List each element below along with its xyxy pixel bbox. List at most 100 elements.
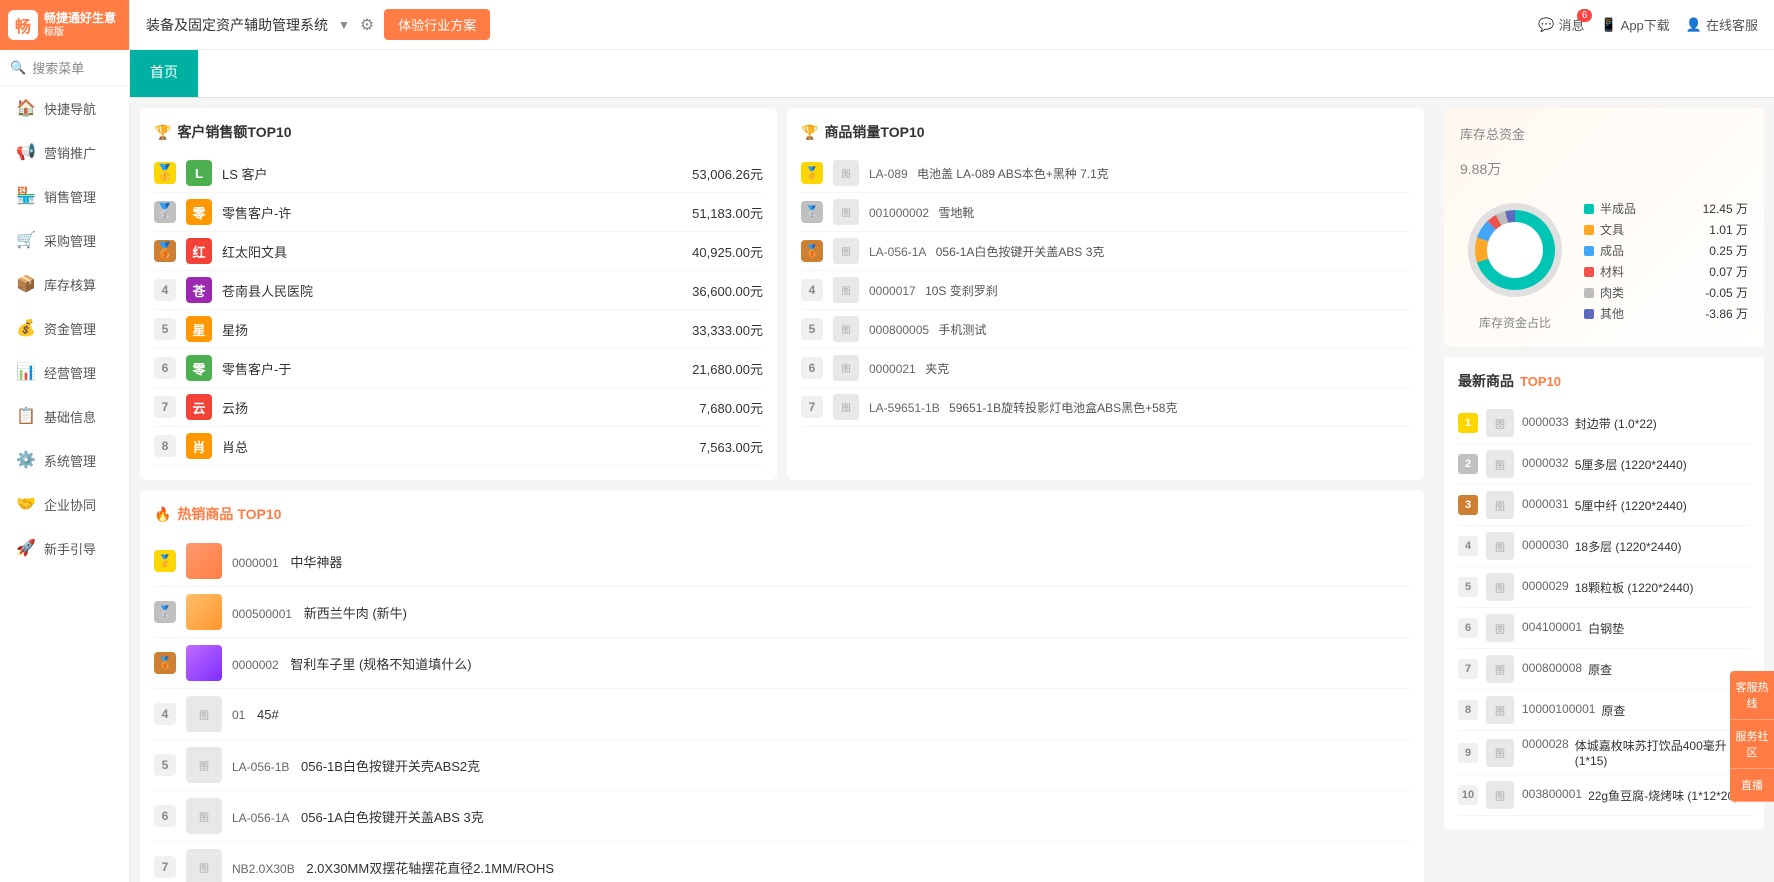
hot-product-name: 45# [257,707,279,722]
product-code: 0000021 [869,362,916,376]
new-product-img: 图 [1486,655,1514,683]
sidebar-item-sales[interactable]: 🏪 销售管理 [0,174,129,218]
hot-product-name: 2.0X30MM双摆花轴摆花直径2.1MM/ROHS [306,861,554,876]
hot-product-item: 5 图 LA-056-1B 056-1B白色按键开关壳ABS2克 [154,740,1410,791]
sidebar-item-inventory[interactable]: 📦 库存核算 [0,262,129,306]
new-product-rank: 6 [1458,618,1478,638]
trial-button[interactable]: 体验行业方案 [384,9,490,40]
app-download-link[interactable]: 📱 App下载 [1600,15,1669,34]
product-name: 电池盖 LA-089 ABS本色+黑种 7.1克 [917,167,1109,181]
product-rank-item: 🥉 图 LA-056-1A 056-1A白色按键开关盖ABS 3克 [801,232,1410,271]
float-btn-服务社区[interactable]: 服务社区 [1730,720,1774,769]
customer-name: LS 客户 [222,164,682,183]
new-product-name: 原查 [1588,661,1612,678]
product-name: 59651-1B旋转投影灯电池盒ABS黑色+58克 [949,401,1177,415]
dropdown-icon[interactable]: ▼ [338,18,350,32]
customer-name: 苍南县人民医院 [222,281,682,300]
new-product-rank: 2 [1458,454,1478,474]
product-rank-info: 001000002 雪地靴 [869,204,1410,221]
sidebar-item-quicknav[interactable]: 🏠 快捷导航 [0,86,129,130]
legend-value: 0.25 万 [1709,242,1748,259]
rank-number: 🥈 [801,201,823,223]
product-rank-info: LA-056-1A 056-1A白色按键开关盖ABS 3克 [869,243,1410,260]
new-product-img: 图 [1486,573,1514,601]
sidebar-item-label: 企业协同 [44,495,96,514]
hot-product-code: 0000001 [232,556,279,570]
service-icon: 👤 [1686,17,1702,33]
sidebar-item-system[interactable]: ⚙️ 系统管理 [0,438,129,482]
inventory-icon: 📦 [16,274,36,294]
sidebar-item-label: 采购管理 [44,231,96,250]
new-product-item: 8 图 10000100001 原查 [1458,690,1750,731]
sidebar-item-marketing[interactable]: 📢 营销推广 [0,130,129,174]
product-image [186,645,222,681]
new-product-info: 0000029 18颗粒板 (1220*2440) [1522,579,1750,596]
product-name: 056-1A白色按键开关盖ABS 3克 [936,245,1105,259]
sidebar-nav: 🏠 快捷导航 📢 营销推广 🏪 销售管理 🛒 采购管理 📦 库存核算 💰 资金管… [0,86,129,882]
hot-rank-number: 5 [154,754,176,776]
hot-product-code: NB2.0X30B [232,862,295,876]
new-product-info: 003800001 22g鱼豆腐-烧烤味 (1*12*20) [1522,787,1750,804]
new-product-code: 10000100001 [1522,702,1595,719]
new-product-item: 7 图 000800008 原查 [1458,649,1750,690]
customer-value: 7,563.00元 [699,437,763,456]
new-product-code: 0000030 [1522,538,1569,555]
sidebar-search[interactable]: 🔍 搜索菜单 [0,50,129,86]
right-panel: 库存总资金 9.88万 库存资金占比 半成品 12.45 万 [1434,98,1774,882]
product-img-placeholder: 图 [833,394,859,420]
product-name: 10S 变刹罗刹 [925,284,998,298]
hot-product-name: 新西兰牛肉 (新牛) [304,606,407,621]
sidebar-item-basics[interactable]: 📋 基础信息 [0,394,129,438]
legend-value: -3.86 万 [1705,305,1748,322]
sidebar-item-finance[interactable]: 💰 资金管理 [0,306,129,350]
new-product-name: 5厘多层 (1220*2440) [1575,456,1687,473]
legend-dot [1584,288,1594,298]
product-code: LA-59651-1B [869,401,940,415]
legend-item: 文具 1.01 万 [1584,221,1748,238]
legend-item: 肉类 -0.05 万 [1584,284,1748,301]
new-product-img: 图 [1486,409,1514,437]
rank-number: 🥉 [154,240,176,262]
new-product-code: 0000033 [1522,415,1569,432]
message-icon: 💬 [1538,17,1554,33]
float-btn-客服热线[interactable]: 客服热线 [1730,671,1774,720]
new-product-rank: 3 [1458,495,1478,515]
customer-name: 星扬 [222,320,682,339]
notification-bell[interactable]: 💬 消息 6 [1538,15,1584,34]
new-product-name: 原查 [1601,702,1625,719]
product-rank-info: 000800005 手机测试 [869,321,1410,338]
rank-number: 5 [801,318,823,340]
customer-avatar: 苍 [186,277,212,303]
customer-rank-item: 🥉 红 红太阳文具 40,925.00元 [154,232,763,271]
product-img-placeholder: 图 [833,277,859,303]
sidebar-item-purchase[interactable]: 🛒 采购管理 [0,218,129,262]
sidebar-item-operations[interactable]: 📊 经营管理 [0,350,129,394]
new-product-info: 0000032 5厘多层 (1220*2440) [1522,456,1750,473]
hot-product-info: NB2.0X30B 2.0X30MM双摆花轴摆花直径2.1MM/ROHS [232,858,554,877]
customer-value: 40,925.00元 [692,242,763,261]
rank-number: 7 [801,396,823,418]
float-btn-直播[interactable]: 直播 [1730,769,1774,802]
sidebar-item-label: 库存核算 [44,275,96,294]
rank-number: 6 [154,357,176,379]
rank-number: 6 [801,357,823,379]
customer-value: 21,680.00元 [692,359,763,378]
hot-rank-number: 6 [154,805,176,827]
sidebar-item-enterprise[interactable]: 🤝 企业协同 [0,482,129,526]
online-service-link[interactable]: 👤 在线客服 [1686,15,1758,34]
legend-item: 材料 0.07 万 [1584,263,1748,280]
gear-icon[interactable]: ⚙ [360,15,374,35]
product-rank-info: LA-089 电池盖 LA-089 ABS本色+黑种 7.1克 [869,165,1410,182]
new-product-item: 6 图 004100001 白钢垫 [1458,608,1750,649]
tab-home[interactable]: 首页 [130,50,198,97]
inventory-label: 库存资金占比 [1460,314,1570,331]
product-rank-item: 4 图 0000017 10S 变刹罗刹 [801,271,1410,310]
top-section: 🏆 客户销售额TOP10 🥇 L LS 客户 53,006.26元 🥈 零 零售… [140,108,1424,480]
product-rank-list: 🥇 图 LA-089 电池盖 LA-089 ABS本色+黑种 7.1克 🥈 图 … [801,154,1410,427]
customer-rank-item: 8 肖 肖总 7,563.00元 [154,427,763,466]
legend-label: 肉类 [1600,284,1699,301]
customer-name: 零售客户-许 [222,203,682,222]
sidebar: 畅 畅捷通好生意 标版 🔍 搜索菜单 🏠 快捷导航 📢 营销推广 🏪 销售管理 … [0,0,130,882]
sidebar-item-guide[interactable]: 🚀 新手引导 [0,526,129,570]
product-image [186,594,222,630]
